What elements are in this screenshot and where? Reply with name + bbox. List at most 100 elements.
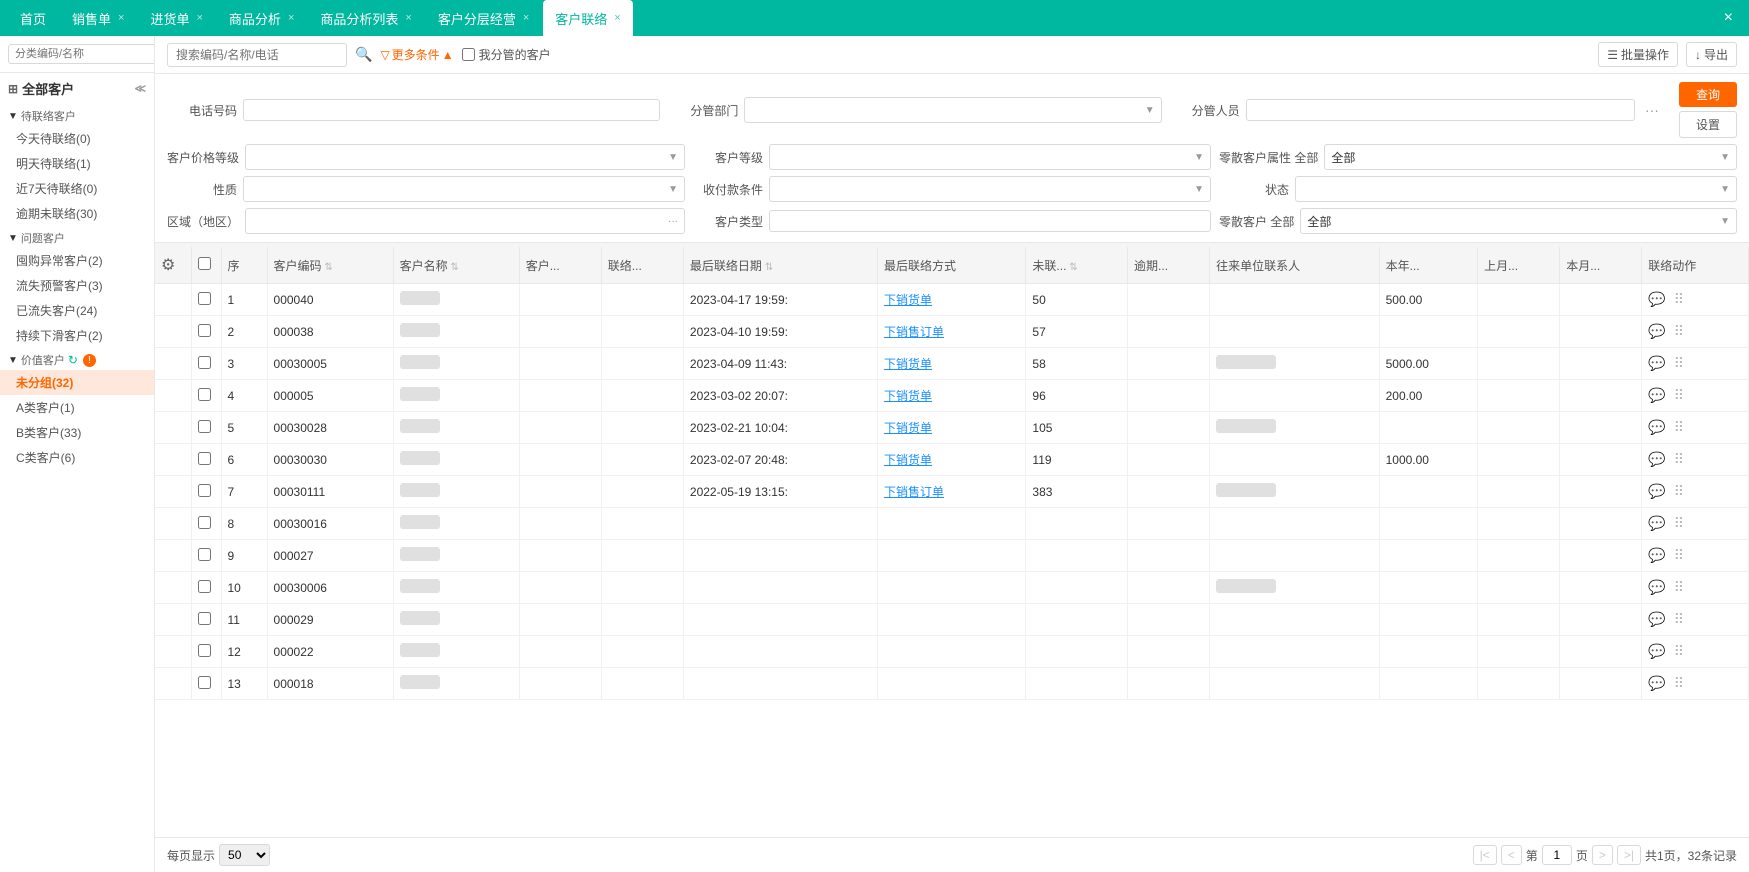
sidebar-item-hoarding[interactable]: 囤购异常客户(2) — [0, 248, 154, 273]
row-checkbox[interactable] — [191, 284, 221, 316]
filter-search-input[interactable] — [167, 43, 347, 67]
col-name[interactable]: 客户名称 — [393, 247, 519, 284]
sidebar-all-customers[interactable]: ⊞ 全部客户 ≪ — [0, 73, 154, 104]
contact-action-icon[interactable]: 💬 — [1648, 611, 1665, 628]
sidebar-item-churned[interactable]: 已流失客户(24) — [0, 298, 154, 323]
row-checkbox[interactable] — [191, 636, 221, 668]
contact-action-icon[interactable]: 💬 — [1648, 515, 1665, 532]
sidebar-item-7days[interactable]: 近7天待联络(0) — [0, 176, 154, 201]
more-action-icon[interactable]: ⠿ — [1674, 675, 1684, 692]
row-select-checkbox[interactable] — [198, 644, 211, 657]
contact-action-icon[interactable]: 💬 — [1648, 387, 1665, 404]
sidebar-item-class-b[interactable]: B类客户(33) — [0, 420, 154, 445]
contact-action-icon[interactable]: 💬 — [1648, 291, 1665, 308]
next-page-button[interactable]: > — [1592, 845, 1613, 865]
col-code[interactable]: 客户编码 — [267, 247, 393, 284]
row-select-checkbox[interactable] — [198, 580, 211, 593]
last-page-button[interactable]: >| — [1617, 845, 1641, 865]
row-checkbox[interactable] — [191, 348, 221, 380]
row-select-checkbox[interactable] — [198, 292, 211, 305]
filter-more-conditions[interactable]: ▽ 更多条件 ▲ — [380, 46, 453, 63]
price-level-select[interactable]: ▼ — [245, 144, 685, 170]
sidebar-item-churn-warning[interactable]: 流失预警客户(3) — [0, 273, 154, 298]
retail-attr-select[interactable]: 全部 ▼ — [1324, 144, 1737, 170]
more-action-icon[interactable]: ⠿ — [1674, 451, 1684, 468]
contact-action-icon[interactable]: 💬 — [1648, 579, 1665, 596]
sidebar-item-today[interactable]: 今天待联络(0) — [0, 126, 154, 151]
batch-ops-button[interactable]: ☰ 批量操作 — [1598, 42, 1678, 67]
more-action-icon[interactable]: ⠿ — [1674, 387, 1684, 404]
customer-contact-tab-close[interactable]: × — [614, 12, 620, 24]
window-close-button[interactable]: × — [1716, 9, 1741, 27]
contact-action-icon[interactable]: 💬 — [1648, 323, 1665, 340]
nav-tab-purchase[interactable]: 进货单 × — [138, 0, 214, 36]
payment-select[interactable]: ▼ — [769, 176, 1211, 202]
row-checkbox[interactable] — [191, 476, 221, 508]
reset-button[interactable]: 设置 — [1679, 111, 1737, 138]
person-input[interactable] — [1246, 99, 1635, 121]
nav-tab-customer-contact[interactable]: 客户联络 × — [543, 0, 632, 36]
customer-tier-tab-close[interactable]: × — [523, 12, 529, 24]
nav-tab-sales[interactable]: 销售单 × — [60, 0, 136, 36]
export-button[interactable]: ↓ 导出 — [1686, 42, 1737, 67]
nav-tab-product-list[interactable]: 商品分析列表 × — [308, 0, 423, 36]
row-select-checkbox[interactable] — [198, 388, 211, 401]
row-checkbox[interactable] — [191, 508, 221, 540]
contact-action-icon[interactable]: 💬 — [1648, 643, 1665, 660]
filter-search-button[interactable]: 🔍 — [355, 46, 372, 63]
row-select-checkbox[interactable] — [198, 420, 211, 433]
nav-tab-product-analysis[interactable]: 商品分析 × — [217, 0, 306, 36]
row-select-checkbox[interactable] — [198, 356, 211, 369]
nav-tab-home[interactable]: 首页 — [8, 0, 58, 36]
row-checkbox[interactable] — [191, 444, 221, 476]
select-all-checkbox[interactable] — [198, 257, 211, 270]
row-checkbox[interactable] — [191, 316, 221, 348]
row-select-checkbox[interactable] — [198, 516, 211, 529]
per-page-select[interactable]: 50 20 100 — [219, 844, 270, 866]
product-list-tab-close[interactable]: × — [405, 12, 411, 24]
purchase-tab-close[interactable]: × — [196, 12, 202, 24]
query-button[interactable]: 查询 — [1679, 82, 1737, 107]
more-action-icon[interactable]: ⠿ — [1674, 323, 1684, 340]
my-customers-check[interactable] — [462, 48, 475, 61]
sidebar-item-overdue[interactable]: 逾期未联络(30) — [0, 201, 154, 226]
first-page-button[interactable]: |< — [1473, 845, 1497, 865]
row-select-checkbox[interactable] — [198, 676, 211, 689]
contact-action-icon[interactable]: 💬 — [1648, 419, 1665, 436]
contact-action-icon[interactable]: 💬 — [1648, 547, 1665, 564]
status-select[interactable]: ▼ — [1295, 176, 1737, 202]
more-action-icon[interactable]: ⠿ — [1674, 419, 1684, 436]
sidebar-search-input[interactable] — [8, 44, 155, 64]
contact-action-icon[interactable]: 💬 — [1648, 355, 1665, 372]
page-number-input[interactable] — [1542, 845, 1572, 865]
person-more-btn[interactable]: ··· — [1641, 102, 1663, 118]
nav-tab-customer-tier[interactable]: 客户分层经营 × — [426, 0, 541, 36]
row-checkbox[interactable] — [191, 380, 221, 412]
row-checkbox[interactable] — [191, 412, 221, 444]
row-checkbox[interactable] — [191, 572, 221, 604]
row-checkbox[interactable] — [191, 668, 221, 700]
customer-level-select[interactable]: ▼ — [769, 144, 1211, 170]
row-select-checkbox[interactable] — [198, 324, 211, 337]
sidebar-item-declining[interactable]: 持续下滑客户(2) — [0, 323, 154, 348]
my-customers-checkbox[interactable]: 我分管的客户 — [462, 46, 551, 63]
more-action-icon[interactable]: ⠿ — [1674, 579, 1684, 596]
retail-select[interactable]: 全部 ▼ — [1300, 208, 1737, 234]
row-checkbox[interactable] — [191, 604, 221, 636]
customer-type-input[interactable] — [769, 210, 1211, 232]
row-checkbox[interactable] — [191, 540, 221, 572]
row-select-checkbox[interactable] — [198, 612, 211, 625]
contact-action-icon[interactable]: 💬 — [1648, 675, 1665, 692]
more-action-icon[interactable]: ⠿ — [1674, 643, 1684, 660]
sidebar-item-ungrouped[interactable]: 未分组(32) — [0, 370, 154, 395]
contact-action-icon[interactable]: 💬 — [1648, 451, 1665, 468]
prev-page-button[interactable]: < — [1501, 845, 1522, 865]
refresh-icon[interactable]: ↻ — [68, 353, 78, 367]
more-action-icon[interactable]: ⠿ — [1674, 547, 1684, 564]
row-select-checkbox[interactable] — [198, 548, 211, 561]
sidebar-item-class-a[interactable]: A类客户(1) — [0, 395, 154, 420]
more-action-icon[interactable]: ⠿ — [1674, 515, 1684, 532]
sales-tab-close[interactable]: × — [118, 12, 124, 24]
product-analysis-tab-close[interactable]: × — [288, 12, 294, 24]
region-select[interactable]: ··· — [245, 208, 685, 234]
